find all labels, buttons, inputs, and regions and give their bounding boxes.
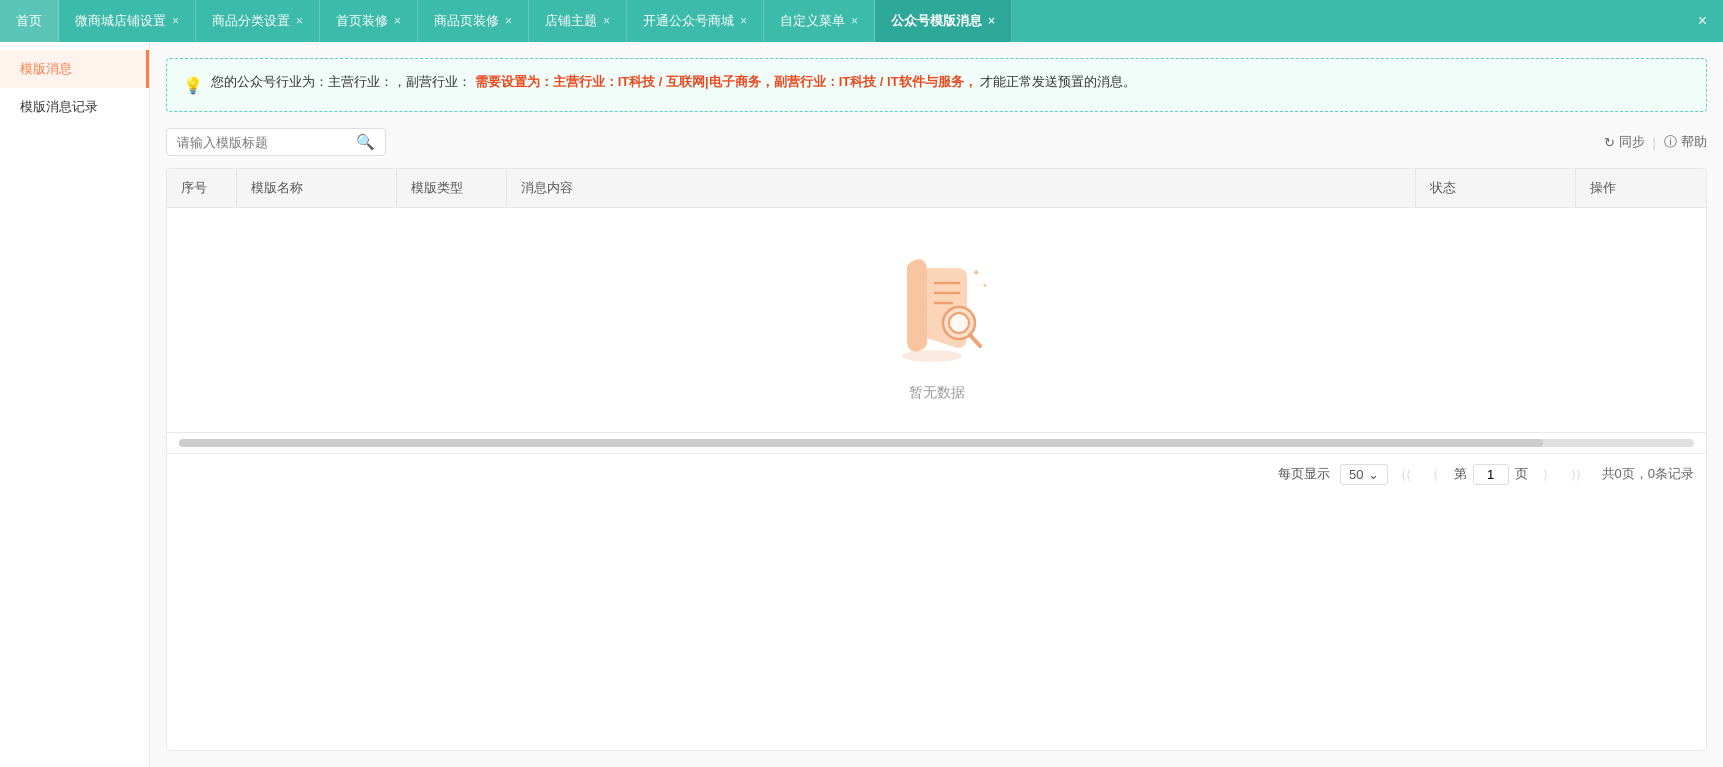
tab-wechat-shop[interactable]: 微商城店铺设置 × bbox=[59, 0, 196, 42]
sidebar-item-template-msg-log-label: 模版消息记录 bbox=[20, 99, 98, 114]
tab-custom-menu-close[interactable]: × bbox=[851, 14, 858, 28]
svg-text:✦: ✦ bbox=[982, 282, 988, 289]
svg-point-5 bbox=[949, 313, 969, 333]
tab-template-msg[interactable]: 公众号模版消息 × bbox=[875, 0, 1012, 42]
sidebar-item-template-msg-log[interactable]: 模版消息记录 bbox=[0, 88, 149, 126]
col-content: 消息内容 bbox=[507, 169, 1416, 207]
tab-shop-theme[interactable]: 店铺主题 × bbox=[529, 0, 627, 42]
scroll-bar-row bbox=[167, 432, 1706, 453]
col-name: 模版名称 bbox=[237, 169, 397, 207]
tab-custom-menu-label: 自定义菜单 bbox=[780, 12, 845, 30]
table-header: 序号 模版名称 模版类型 消息内容 状态 操作 bbox=[167, 169, 1706, 208]
tab-product-decor-close[interactable]: × bbox=[505, 14, 512, 28]
empty-text: 暂无数据 bbox=[909, 384, 965, 402]
tab-wechat-shop-close[interactable]: × bbox=[172, 14, 179, 28]
notice-highlight: 需要设置为：主营行业：IT科技 / 互联网|电子商务，副营行业：IT科技 / I… bbox=[475, 74, 977, 89]
sync-label: 同步 bbox=[1619, 133, 1645, 151]
tab-category[interactable]: 商品分类设置 × bbox=[196, 0, 320, 42]
tab-product-decor-label: 商品页装修 bbox=[434, 12, 499, 30]
next-page-button[interactable]: ⟩ bbox=[1534, 462, 1558, 486]
tab-shop-theme-close[interactable]: × bbox=[603, 14, 610, 28]
col-status: 状态 bbox=[1416, 169, 1576, 207]
svg-point-0 bbox=[902, 350, 962, 362]
pagination: 每页显示 50 ⌄ ⟨⟨ ⟨ 第 页 ⟩ ⟩⟩ 共0页，0条记录 bbox=[167, 453, 1706, 494]
tab-homepage-decor-label: 首页装修 bbox=[336, 12, 388, 30]
prev-page-button[interactable]: ⟨ bbox=[1424, 462, 1448, 486]
toolbar-right: ↻ 同步 | ⓘ 帮助 bbox=[1604, 133, 1707, 151]
last-page-button[interactable]: ⟩⟩ bbox=[1564, 462, 1588, 486]
toolbar-divider: | bbox=[1653, 135, 1656, 150]
help-button[interactable]: ⓘ 帮助 bbox=[1664, 133, 1707, 151]
col-type: 模版类型 bbox=[397, 169, 507, 207]
top-tab-bar: 首页 微商城店铺设置 × 商品分类设置 × 首页装修 × 商品页装修 × 店铺主… bbox=[0, 0, 1723, 42]
close-all-button[interactable]: × bbox=[1682, 12, 1723, 30]
tab-open-mall[interactable]: 开通公众号商城 × bbox=[627, 0, 764, 42]
tab-product-decor[interactable]: 商品页装修 × bbox=[418, 0, 529, 42]
tab-template-msg-label: 公众号模版消息 bbox=[891, 12, 982, 30]
per-page-label: 每页显示 bbox=[1278, 465, 1330, 483]
tab-homepage-decor[interactable]: 首页装修 × bbox=[320, 0, 418, 42]
content-area: 💡 您的公众号行业为：主营行业：，副营行业： 需要设置为：主营行业：IT科技 /… bbox=[150, 42, 1723, 767]
tab-homepage-decor-close[interactable]: × bbox=[394, 14, 401, 28]
data-table: 序号 模版名称 模版类型 消息内容 状态 操作 bbox=[166, 168, 1707, 751]
fake-scrollbar[interactable] bbox=[179, 439, 1694, 447]
chevron-down-icon: ⌄ bbox=[1368, 467, 1379, 482]
svg-line-6 bbox=[970, 335, 980, 346]
per-page-select[interactable]: 50 ⌄ bbox=[1340, 464, 1387, 485]
col-index: 序号 bbox=[167, 169, 237, 207]
sync-button[interactable]: ↻ 同步 bbox=[1604, 133, 1645, 151]
search-box[interactable]: 🔍 bbox=[166, 128, 386, 156]
search-input[interactable] bbox=[177, 135, 356, 150]
close-all-icon: × bbox=[1698, 12, 1707, 29]
tab-open-mall-close[interactable]: × bbox=[740, 14, 747, 28]
tab-home-label: 首页 bbox=[16, 12, 42, 30]
tab-custom-menu[interactable]: 自定义菜单 × bbox=[764, 0, 875, 42]
sidebar-item-template-msg-label: 模版消息 bbox=[20, 61, 72, 76]
page-input[interactable] bbox=[1473, 464, 1509, 485]
tab-open-mall-label: 开通公众号商城 bbox=[643, 12, 734, 30]
tab-template-msg-close[interactable]: × bbox=[988, 14, 995, 28]
notice-icon: 💡 bbox=[183, 72, 203, 99]
empty-state: ✦ ✦ 暂无数据 bbox=[167, 208, 1706, 432]
svg-text:✦: ✦ bbox=[972, 267, 980, 278]
tab-category-close[interactable]: × bbox=[296, 14, 303, 28]
sync-icon: ↻ bbox=[1604, 135, 1615, 150]
tab-wechat-shop-label: 微商城店铺设置 bbox=[75, 12, 166, 30]
search-button[interactable]: 🔍 bbox=[356, 133, 375, 151]
sidebar: 模版消息 模版消息记录 bbox=[0, 42, 150, 767]
page-label-post: 页 bbox=[1515, 465, 1528, 483]
total-info: 共0页，0条记录 bbox=[1602, 465, 1694, 483]
page-label-pre: 第 bbox=[1454, 465, 1467, 483]
scrollbar-thumb bbox=[179, 439, 1543, 447]
notice-text: 您的公众号行业为：主营行业：，副营行业： 需要设置为：主营行业：IT科技 / 互… bbox=[211, 71, 1136, 93]
sidebar-item-template-msg[interactable]: 模版消息 bbox=[0, 50, 149, 88]
help-icon: ⓘ bbox=[1664, 133, 1677, 151]
toolbar: 🔍 ↻ 同步 | ⓘ 帮助 bbox=[166, 128, 1707, 156]
tab-category-label: 商品分类设置 bbox=[212, 12, 290, 30]
per-page-value: 50 bbox=[1349, 467, 1363, 482]
tab-shop-theme-label: 店铺主题 bbox=[545, 12, 597, 30]
empty-illustration: ✦ ✦ bbox=[877, 248, 997, 368]
col-action: 操作 bbox=[1576, 169, 1706, 207]
main-layout: 模版消息 模版消息记录 💡 您的公众号行业为：主营行业：，副营行业： 需要设置为… bbox=[0, 42, 1723, 767]
tab-home[interactable]: 首页 bbox=[0, 0, 59, 42]
first-page-button[interactable]: ⟨⟨ bbox=[1394, 462, 1418, 486]
notice-box: 💡 您的公众号行业为：主营行业：，副营行业： 需要设置为：主营行业：IT科技 /… bbox=[166, 58, 1707, 112]
help-label: 帮助 bbox=[1681, 133, 1707, 151]
